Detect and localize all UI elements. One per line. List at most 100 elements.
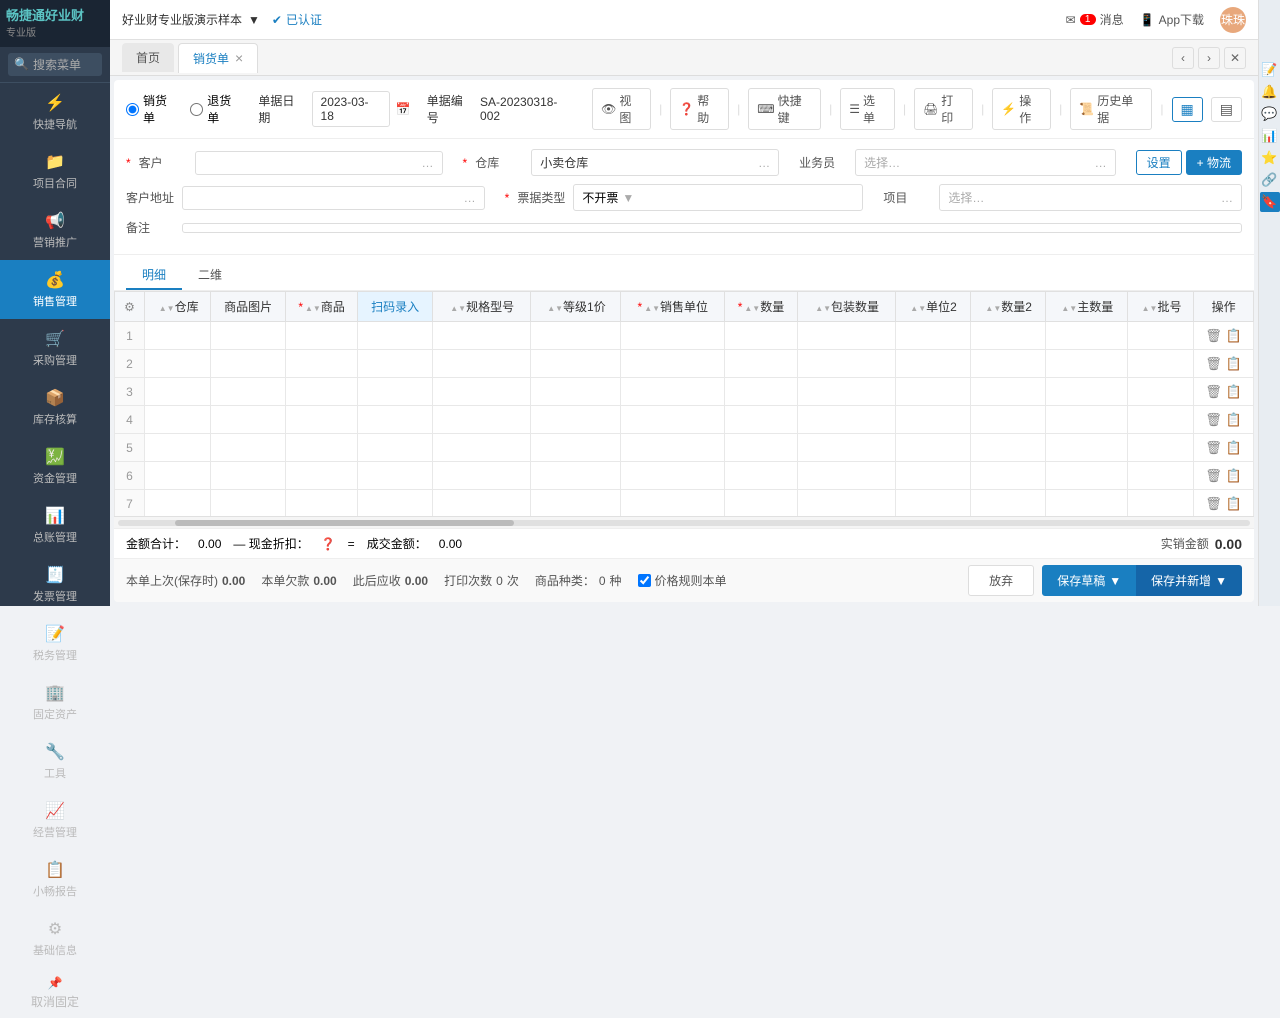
product-cell[interactable] [285,406,358,434]
view-mode-grid[interactable]: ▤ [1211,97,1242,122]
radio-return-input[interactable] [190,103,203,116]
qty-cell[interactable] [725,462,798,490]
delete-row-icon[interactable]: 🗑 [1205,328,1222,344]
sidebar-item-fixed-assets[interactable]: 🏢 固定资产 [0,673,110,732]
address-input[interactable]: … [182,186,485,210]
copy-row-icon[interactable]: 📋 [1226,356,1242,372]
warehouse-cell[interactable] [145,406,211,434]
spec-cell[interactable] [432,322,530,350]
batch-cell[interactable] [1127,350,1193,378]
main-qty-cell[interactable] [1045,434,1127,462]
unit2-cell[interactable] [895,434,970,462]
sidebar-item-quick-nav[interactable]: ⚡ 快捷导航 [0,83,110,142]
delete-row-icon[interactable]: 🗑 [1205,468,1222,484]
right-panel-icon-2[interactable]: 🔔 [1260,82,1280,102]
question-icon[interactable]: ❓ [321,537,336,551]
qty-cell[interactable] [725,378,798,406]
note-input[interactable] [182,223,1242,233]
message-button[interactable]: ✉ 1 消息 [1066,11,1124,28]
sidebar-item-invoice[interactable]: 🧾 发票管理 [0,555,110,614]
product-img-cell[interactable] [211,462,285,490]
qty-cell[interactable] [725,490,798,517]
delete-row-icon[interactable]: 🗑 [1205,384,1222,400]
pack-qty-cell[interactable] [797,378,895,406]
warehouse-lookup-icon[interactable]: … [758,156,770,170]
tab-home[interactable]: 首页 [122,43,174,72]
product-img-cell[interactable] [211,378,285,406]
radio-sale-input[interactable] [126,103,139,116]
price-rule-checkbox[interactable] [638,574,651,587]
batch-cell[interactable] [1127,490,1193,517]
delete-row-icon[interactable]: 🗑 [1205,440,1222,456]
sale-unit-cell[interactable] [621,378,725,406]
main-qty-cell[interactable] [1045,406,1127,434]
pack-qty-cell[interactable] [797,350,895,378]
sidebar-item-tools[interactable]: 🔧 工具 [0,732,110,791]
sale-unit-cell[interactable] [621,462,725,490]
tab-sale-order[interactable]: 销货单 × [178,43,258,73]
batch-cell[interactable] [1127,434,1193,462]
tab-close-all-button[interactable]: ✕ [1224,47,1246,69]
product-img-cell[interactable] [211,350,285,378]
view-mode-list[interactable]: ▦ [1172,97,1203,122]
salesman-input[interactable]: 选择… … [855,149,1116,176]
customer-input[interactable]: … [195,151,443,175]
tab-next-button[interactable]: › [1198,47,1220,69]
qty-cell[interactable] [725,322,798,350]
radio-return-order[interactable]: 退货单 [190,92,242,126]
tab-2d[interactable]: 二维 [182,261,238,290]
copy-row-icon[interactable]: 📋 [1226,328,1242,344]
add-logistics-button[interactable]: + 物流 [1186,150,1242,175]
delete-row-icon[interactable]: 🗑 [1205,412,1222,428]
horizontal-scrollbar[interactable] [114,516,1254,528]
save-new-button[interactable]: 保存并新增 ▼ [1136,565,1242,596]
copy-row-icon[interactable]: 📋 [1226,412,1242,428]
salesman-lookup-icon[interactable]: … [1095,156,1107,170]
spec-cell[interactable] [432,434,530,462]
grade-price-cell[interactable] [530,378,621,406]
right-panel-icon-5[interactable]: ⭐ [1260,148,1280,168]
customer-lookup-icon[interactable]: … [422,156,434,170]
batch-cell[interactable] [1127,406,1193,434]
project-lookup-icon[interactable]: … [1221,191,1233,205]
abandon-button[interactable]: 放弃 [968,565,1034,596]
main-qty-cell[interactable] [1045,350,1127,378]
main-qty-cell[interactable] [1045,322,1127,350]
main-qty-cell[interactable] [1045,490,1127,517]
tab-detail[interactable]: 明细 [126,261,182,290]
batch-cell[interactable] [1127,378,1193,406]
copy-row-icon[interactable]: 📋 [1226,384,1242,400]
pack-qty-cell[interactable] [797,462,895,490]
shortcut-button[interactable]: ⌨ 快捷键 [748,88,821,130]
history-button[interactable]: 📜 历史单据 [1070,88,1152,130]
scan-cell[interactable] [358,350,432,378]
scan-cell[interactable] [358,462,432,490]
col-scan-input[interactable]: 扫码录入 [358,292,432,322]
right-panel-icon-6[interactable]: 🔗 [1260,170,1280,190]
unit2-cell[interactable] [895,490,970,517]
tab-prev-button[interactable]: ‹ [1172,47,1194,69]
qty-cell[interactable] [725,406,798,434]
product-cell[interactable] [285,322,358,350]
grade-price-cell[interactable] [530,322,621,350]
scrollbar-thumb[interactable] [175,520,515,526]
sidebar-item-marketing[interactable]: 📢 营销推广 [0,201,110,260]
col-settings[interactable]: ⚙ [115,292,145,322]
scan-cell[interactable] [358,322,432,350]
sidebar-item-operation[interactable]: 📈 经营管理 [0,791,110,850]
date-value[interactable]: 2023-03-18 [312,91,390,127]
warehouse-cell[interactable] [145,490,211,517]
product-img-cell[interactable] [211,322,285,350]
qty2-cell[interactable] [970,378,1045,406]
grade-price-cell[interactable] [530,434,621,462]
product-img-cell[interactable] [211,490,285,517]
scan-cell[interactable] [358,434,432,462]
scan-cell[interactable] [358,406,432,434]
grade-price-cell[interactable] [530,490,621,517]
sale-unit-cell[interactable] [621,350,725,378]
main-qty-cell[interactable] [1045,378,1127,406]
product-img-cell[interactable] [211,406,285,434]
qty2-cell[interactable] [970,462,1045,490]
select-order-button[interactable]: ☰ 选单 [840,88,895,130]
sidebar-item-cancel-fixed[interactable]: 📌 取消固定 [0,968,110,1018]
